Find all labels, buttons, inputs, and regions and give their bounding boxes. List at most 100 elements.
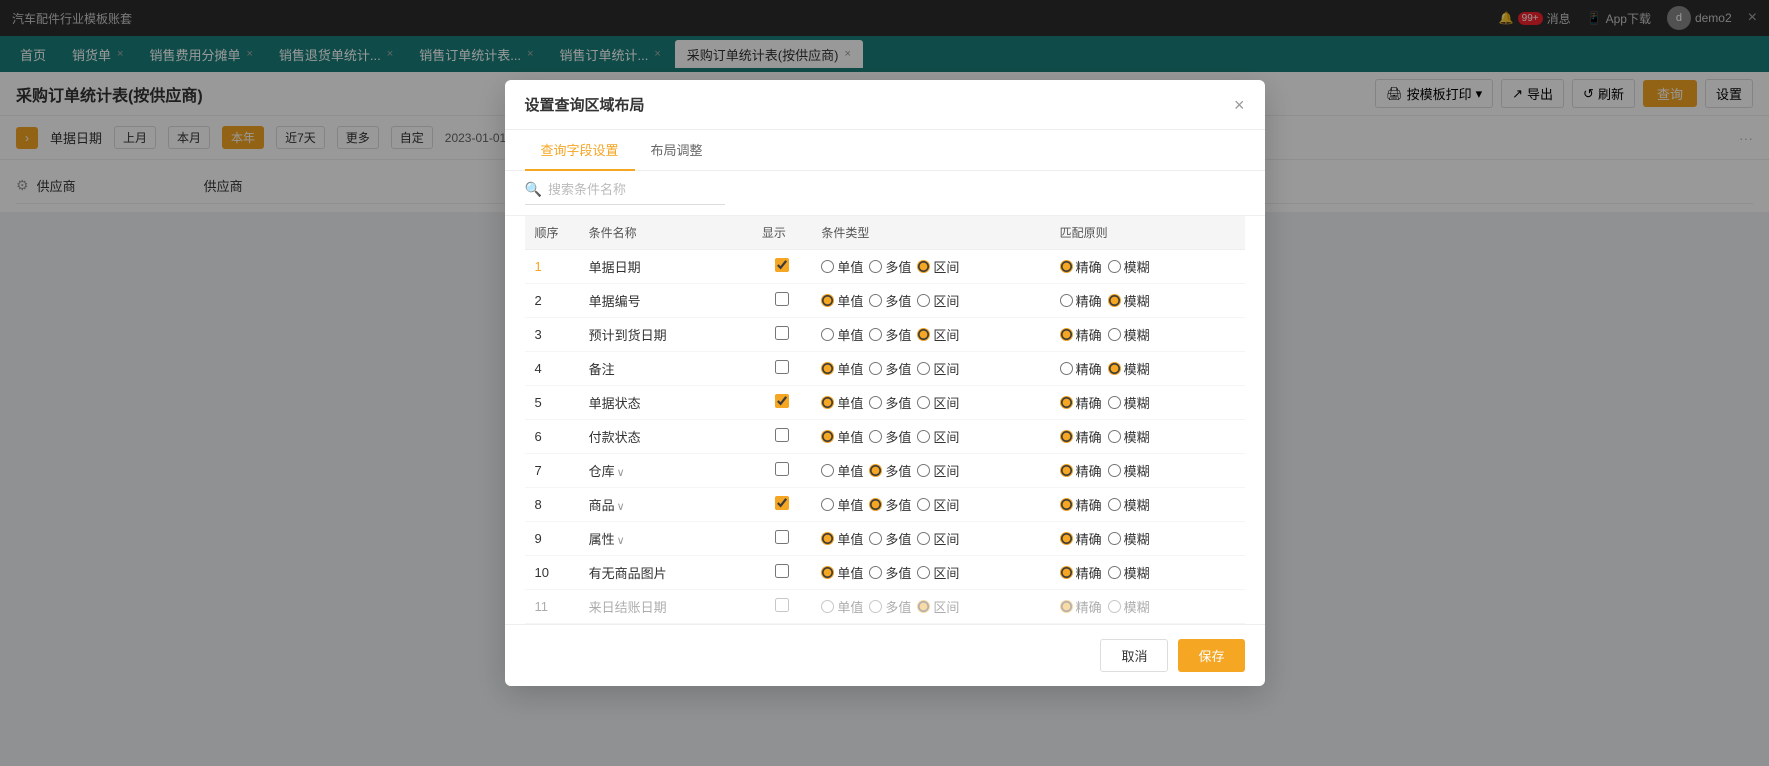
radio-match-模糊[interactable]: 模糊 bbox=[1108, 393, 1150, 412]
match-radio-group: 精确 模糊 bbox=[1060, 325, 1235, 344]
cell-display[interactable] bbox=[752, 352, 812, 386]
radio-type-多值[interactable]: 多值 bbox=[869, 495, 911, 514]
radio-match-精确[interactable]: 精确 bbox=[1060, 393, 1102, 412]
radio-type-多值[interactable]: 多值 bbox=[869, 427, 911, 446]
display-checkbox[interactable] bbox=[775, 326, 789, 340]
radio-match-模糊[interactable]: 模糊 bbox=[1108, 563, 1150, 582]
display-checkbox[interactable] bbox=[775, 598, 789, 612]
display-checkbox[interactable] bbox=[775, 258, 789, 272]
radio-type-区间[interactable]: 区间 bbox=[917, 325, 959, 344]
radio-type-单值[interactable]: 单值 bbox=[821, 393, 863, 412]
radio-match-精确[interactable]: 精确 bbox=[1060, 461, 1102, 480]
cell-display[interactable] bbox=[752, 488, 812, 522]
search-input[interactable] bbox=[542, 182, 725, 197]
type-radio-group: 单值 多值 区间 bbox=[821, 291, 1039, 310]
radio-type-多值[interactable]: 多值 bbox=[869, 325, 911, 344]
cell-order: 7 bbox=[525, 454, 579, 488]
cell-name: 单据日期 bbox=[579, 250, 752, 284]
display-checkbox[interactable] bbox=[775, 462, 789, 476]
radio-type-区间[interactable]: 区间 bbox=[917, 393, 959, 412]
radio-type-单值[interactable]: 单值 bbox=[821, 529, 863, 548]
radio-match-模糊[interactable]: 模糊 bbox=[1108, 461, 1150, 480]
radio-match-模糊[interactable]: 模糊 bbox=[1108, 325, 1150, 344]
radio-type-区间[interactable]: 区间 bbox=[917, 359, 959, 378]
display-checkbox[interactable] bbox=[775, 428, 789, 442]
radio-type-区间[interactable]: 区间 bbox=[917, 257, 959, 276]
radio-type-单值[interactable]: 单值 bbox=[821, 291, 863, 310]
radio-type-多值[interactable]: 多值 bbox=[869, 359, 911, 378]
radio-match-模糊[interactable]: 模糊 bbox=[1108, 597, 1150, 616]
modal-tab-layout[interactable]: 布局调整 bbox=[635, 130, 719, 171]
radio-match-精确[interactable]: 精确 bbox=[1060, 325, 1102, 344]
cell-order: 11 bbox=[525, 590, 579, 624]
radio-type-多值[interactable]: 多值 bbox=[869, 597, 911, 616]
radio-match-精确[interactable]: 精确 bbox=[1060, 597, 1102, 616]
radio-type-单值[interactable]: 单值 bbox=[821, 359, 863, 378]
radio-match-模糊[interactable]: 模糊 bbox=[1108, 529, 1150, 548]
radio-type-单值[interactable]: 单值 bbox=[821, 325, 863, 344]
type-radio-group: 单值 多值 区间 bbox=[821, 393, 1039, 412]
save-button[interactable]: 保存 bbox=[1178, 639, 1244, 672]
radio-type-单值[interactable]: 单值 bbox=[821, 563, 863, 582]
radio-type-多值[interactable]: 多值 bbox=[869, 393, 911, 412]
radio-type-区间[interactable]: 区间 bbox=[917, 461, 959, 480]
cell-display[interactable] bbox=[752, 454, 812, 488]
radio-type-多值[interactable]: 多值 bbox=[869, 291, 911, 310]
display-checkbox[interactable] bbox=[775, 564, 789, 578]
cell-display[interactable] bbox=[752, 386, 812, 420]
settings-modal: 设置查询区域布局 × 查询字段设置 布局调整 🔍 顺序 bbox=[505, 80, 1265, 686]
cell-match: 精确 模糊 bbox=[1050, 386, 1245, 420]
th-name: 条件名称 bbox=[579, 216, 752, 250]
cell-match: 精确 模糊 bbox=[1050, 420, 1245, 454]
cell-display[interactable] bbox=[752, 284, 812, 318]
cell-display[interactable] bbox=[752, 522, 812, 556]
cell-order: 8 bbox=[525, 488, 579, 522]
radio-match-精确[interactable]: 精确 bbox=[1060, 495, 1102, 514]
cell-name: 仓库∨ bbox=[579, 454, 752, 488]
cancel-button[interactable]: 取消 bbox=[1100, 639, 1168, 672]
display-checkbox[interactable] bbox=[775, 292, 789, 306]
type-radio-group: 单值 多值 区间 bbox=[821, 359, 1039, 378]
radio-match-模糊[interactable]: 模糊 bbox=[1108, 291, 1150, 310]
radio-type-多值[interactable]: 多值 bbox=[869, 257, 911, 276]
radio-match-模糊[interactable]: 模糊 bbox=[1108, 257, 1150, 276]
display-checkbox[interactable] bbox=[775, 394, 789, 408]
radio-type-区间[interactable]: 区间 bbox=[917, 291, 959, 310]
radio-type-单值[interactable]: 单值 bbox=[821, 461, 863, 480]
cell-display[interactable] bbox=[752, 318, 812, 352]
radio-type-区间[interactable]: 区间 bbox=[917, 529, 959, 548]
radio-type-区间[interactable]: 区间 bbox=[917, 563, 959, 582]
radio-match-模糊[interactable]: 模糊 bbox=[1108, 495, 1150, 514]
radio-match-精确[interactable]: 精确 bbox=[1060, 529, 1102, 548]
cell-match: 精确 模糊 bbox=[1050, 318, 1245, 352]
radio-match-精确[interactable]: 精确 bbox=[1060, 563, 1102, 582]
radio-match-精确[interactable]: 精确 bbox=[1060, 291, 1102, 310]
radio-type-区间[interactable]: 区间 bbox=[917, 597, 959, 616]
radio-type-单值[interactable]: 单值 bbox=[821, 427, 863, 446]
cell-display[interactable] bbox=[752, 250, 812, 284]
radio-match-精确[interactable]: 精确 bbox=[1060, 359, 1102, 378]
radio-type-区间[interactable]: 区间 bbox=[917, 495, 959, 514]
radio-type-单值[interactable]: 单值 bbox=[821, 495, 863, 514]
dropdown-arrow-icon: ∨ bbox=[617, 467, 625, 479]
radio-type-多值[interactable]: 多值 bbox=[869, 529, 911, 548]
modal-close-button[interactable]: × bbox=[1234, 96, 1245, 114]
display-checkbox[interactable] bbox=[775, 360, 789, 374]
radio-type-单值[interactable]: 单值 bbox=[821, 597, 863, 616]
radio-match-模糊[interactable]: 模糊 bbox=[1108, 359, 1150, 378]
display-checkbox[interactable] bbox=[775, 496, 789, 510]
radio-match-精确[interactable]: 精确 bbox=[1060, 427, 1102, 446]
config-table-body: 1 单据日期 单值 多值 区间 bbox=[525, 250, 1245, 624]
radio-type-区间[interactable]: 区间 bbox=[917, 427, 959, 446]
cell-type: 单值 多值 区间 bbox=[811, 284, 1049, 318]
cell-display[interactable] bbox=[752, 420, 812, 454]
radio-match-模糊[interactable]: 模糊 bbox=[1108, 427, 1150, 446]
cell-display[interactable] bbox=[752, 590, 812, 624]
radio-type-单值[interactable]: 单值 bbox=[821, 257, 863, 276]
cell-display[interactable] bbox=[752, 556, 812, 590]
radio-match-精确[interactable]: 精确 bbox=[1060, 257, 1102, 276]
radio-type-多值[interactable]: 多值 bbox=[869, 563, 911, 582]
radio-type-多值[interactable]: 多值 bbox=[869, 461, 911, 480]
modal-tab-query-fields[interactable]: 查询字段设置 bbox=[525, 130, 635, 171]
display-checkbox[interactable] bbox=[775, 530, 789, 544]
